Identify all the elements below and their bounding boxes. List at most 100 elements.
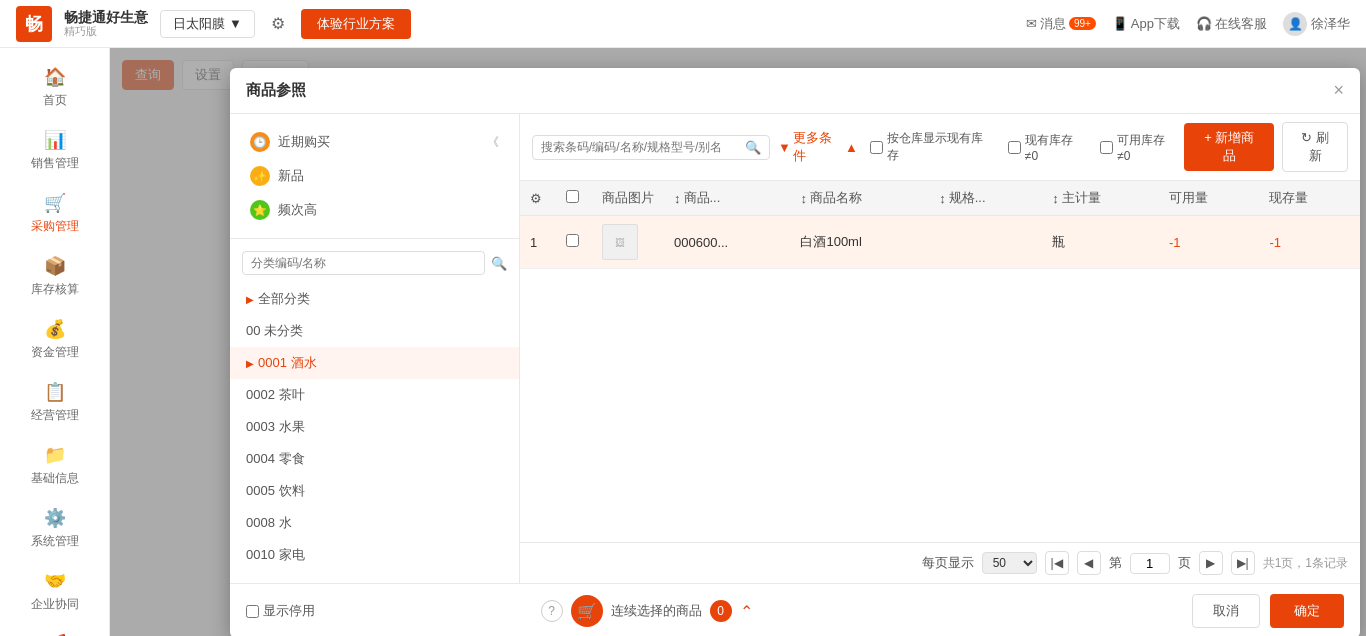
row-checkbox[interactable] [566,234,579,247]
cat-0003[interactable]: 0003 水果 [230,411,519,443]
app-download-area[interactable]: 📱 App下载 [1112,15,1180,33]
sidebar-item-system-label: 系统管理 [31,533,79,550]
sidebar-item-guide[interactable]: 🚀 新手引导 [0,623,109,636]
checkbox-stock-neq0-input[interactable] [1008,141,1021,154]
notification-area[interactable]: ✉ 消息 99+ [1026,15,1096,33]
th-code: ↕商品... [664,181,790,216]
next-page-btn[interactable]: ▶ [1199,551,1223,575]
cat-00[interactable]: 00 未分类 [230,315,519,347]
page-size-select[interactable]: 50 20 100 [982,552,1037,574]
th-name-sortable[interactable]: ↕商品名称 [800,189,919,207]
cat-0002[interactable]: 0002 茶叶 [230,379,519,411]
sidebar-item-inventory-label: 库存核算 [31,281,79,298]
refresh-btn[interactable]: ↻ 刷新 [1282,122,1348,172]
page-number-input[interactable] [1130,553,1170,574]
app-logo: 畅 [16,6,52,42]
nav-right: ✉ 消息 99+ 📱 App下载 🎧 在线客服 👤 徐泽华 [1026,12,1350,36]
cat-0010-label: 0010 家电 [246,546,305,564]
td-unit: 瓶 [1042,216,1159,269]
filter-btn[interactable]: ▼ 更多条件 ▲ [778,129,858,165]
category-search-input[interactable] [242,251,485,275]
search-magnifier-icon[interactable]: 🔍 [745,140,761,155]
quick-link-new[interactable]: ✨ 新品 [242,160,507,192]
modal-body: 🕒 近期购买 《 ✨ 新品 ⭐ 频次高 [230,114,1360,583]
modal-title: 商品参照 [246,81,306,100]
sidebar-item-sales[interactable]: 📊 销售管理 [0,119,109,182]
checkbox-warehouse-input[interactable] [870,141,883,154]
navbar: 畅 畅捷通好生意 精巧版 日太阳膜 ▼ ⚙ 体验行业方案 ✉ 消息 99+ 📱 … [0,0,1366,48]
cat-0004[interactable]: 0004 零食 [230,443,519,475]
td-stock: -1 [1259,216,1360,269]
sidebar: 🏠 首页 📊 销售管理 🛒 采购管理 📦 库存核算 💰 资金管理 📋 经营管理 … [0,48,110,636]
online-service-area[interactable]: 🎧 在线客服 [1196,15,1267,33]
sidebar-item-operation-label: 经营管理 [31,407,79,424]
cancel-btn[interactable]: 取消 [1192,594,1260,628]
nav-selector[interactable]: 日太阳膜 ▼ [160,10,255,38]
nav-trial-btn[interactable]: 体验行业方案 [301,9,411,39]
gear-settings-icon[interactable]: ⚙ [530,191,542,206]
cat-0004-label: 0004 零食 [246,450,305,468]
settings-icon[interactable]: ⚙ [271,14,285,33]
td-seq: 1 [520,216,556,269]
image-icon: 🖼 [615,237,625,248]
cat-0005-label: 0005 饮料 [246,482,305,500]
quick-link-frequent[interactable]: ⭐ 频次高 [242,194,507,226]
cart-btn[interactable]: 🛒 [571,595,603,627]
th-unit-sortable[interactable]: ↕主计量 [1052,189,1149,207]
collapse-up-btn[interactable]: ⌃ [740,602,753,621]
checkbox-available-neq0[interactable]: 可用库存≠0 [1100,132,1176,163]
quick-link-recent[interactable]: 🕒 近期购买 《 [242,126,507,158]
panel-collapse-btn[interactable]: 《 [487,134,499,151]
select-all-checkbox[interactable] [566,190,579,203]
collab-icon: 🤝 [44,570,66,592]
modal-close-btn[interactable]: × [1333,80,1344,101]
sidebar-item-purchase-label: 采购管理 [31,218,79,235]
modal-header: 商品参照 × [230,68,1360,114]
category-search-icon[interactable]: 🔍 [491,256,507,271]
th-stock: 现存量 [1259,181,1360,216]
sidebar-item-finance[interactable]: 💰 资金管理 [0,308,109,371]
prev-page-btn[interactable]: ◀ [1077,551,1101,575]
checkbox-stock-neq0[interactable]: 现有库存≠0 [1008,132,1084,163]
modal-footer: 显示停用 ? 🛒 连续选择的商品 0 ⌃ 取消 确定 [230,583,1360,636]
quick-link-new-label: 新品 [278,167,304,185]
th-spec-sortable[interactable]: ↕规格... [939,189,1032,207]
show-disabled-input[interactable] [246,605,259,618]
td-check [556,216,592,269]
sidebar-item-purchase[interactable]: 🛒 采购管理 [0,182,109,245]
product-table: ⚙ 商品图片 ↕商品... [520,181,1360,269]
sidebar-item-home[interactable]: 🏠 首页 [0,56,109,119]
add-product-btn[interactable]: + 新增商品 [1184,123,1274,171]
checkbox-available-neq0-input[interactable] [1100,141,1113,154]
cat-0008[interactable]: 0008 水 [230,507,519,539]
product-search-input[interactable] [541,140,741,154]
cat-0010[interactable]: 0010 家电 [230,539,519,571]
last-page-btn[interactable]: ▶| [1231,551,1255,575]
sidebar-item-inventory[interactable]: 📦 库存核算 [0,245,109,308]
td-img: 🖼 [592,216,664,269]
operation-icon: 📋 [44,381,66,403]
quick-link-frequent-label: 频次高 [278,201,317,219]
sidebar-item-basic[interactable]: 📁 基础信息 [0,434,109,497]
cart-label: 连续选择的商品 [611,602,702,620]
cat-all[interactable]: ▶ 全部分类 [230,283,519,315]
cat-0001-label: 0001 酒水 [258,354,317,372]
sidebar-item-operation[interactable]: 📋 经营管理 [0,371,109,434]
checkbox-warehouse[interactable]: 按仓库显示现有库存 [870,130,992,164]
sidebar-item-system[interactable]: ⚙️ 系统管理 [0,497,109,560]
user-area[interactable]: 👤 徐泽华 [1283,12,1350,36]
show-disabled-checkbox[interactable]: 显示停用 [246,602,315,620]
th-spec: ↕规格... [929,181,1042,216]
th-code-sortable[interactable]: ↕商品... [674,189,780,207]
purchase-icon: 🛒 [44,192,66,214]
cat-0001[interactable]: ▶ 0001 酒水 [230,347,519,379]
table-row[interactable]: 1 🖼 000600... 白酒100ml [520,216,1360,269]
first-page-btn[interactable]: |◀ [1045,551,1069,575]
new-icon: ✨ [250,166,270,186]
product-reference-modal: 商品参照 × 🕒 近期购买 《 ✨ 新品 [230,68,1360,636]
sidebar-item-sales-label: 销售管理 [31,155,79,172]
cat-0005[interactable]: 0005 饮料 [230,475,519,507]
help-icon[interactable]: ? [541,600,563,622]
sidebar-item-collab[interactable]: 🤝 企业协同 [0,560,109,623]
confirm-btn[interactable]: 确定 [1270,594,1344,628]
